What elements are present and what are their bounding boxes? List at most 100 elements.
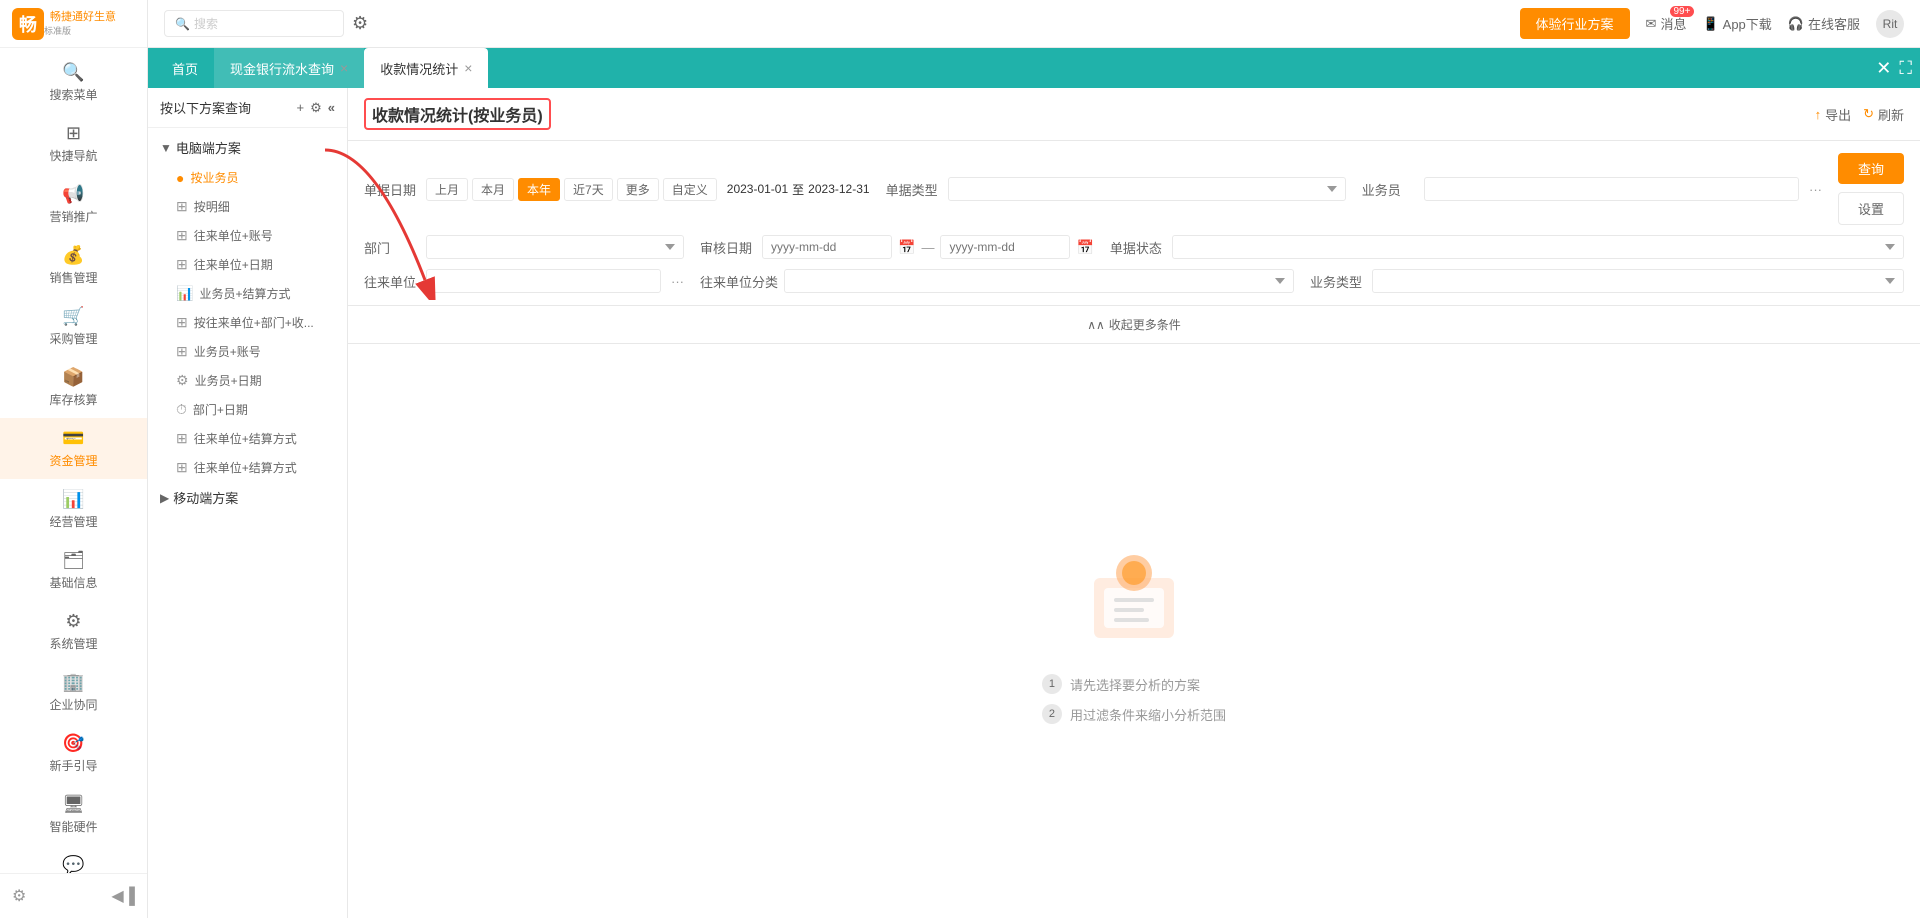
tab-bank-close[interactable]: × (340, 60, 348, 76)
trial-btn[interactable]: 体验行业方案 (1520, 8, 1630, 39)
sidebar-item-business[interactable]: 📊 经营管理 (0, 479, 147, 540)
search-placeholder: 搜索 (194, 15, 218, 32)
sidebar-item-newbie[interactable]: 🎯 新手引导 (0, 723, 147, 784)
scheme-item-label: 业务员+日期 (195, 372, 262, 389)
scheme-group-desktop-label: 电脑端方案 (176, 138, 241, 157)
partner-date-icon: ⊞ (176, 256, 188, 273)
scheme-item-label: 按明细 (194, 198, 230, 215)
audit-date-label: 审核日期 (700, 238, 756, 257)
sidebar-item-basic[interactable]: 🗂 基础信息 (0, 540, 147, 601)
export-icon: ↑ (1815, 107, 1822, 122)
sidebar-item-inventory[interactable]: 📦 库存核算 (0, 357, 147, 418)
scheme-item-partner-account[interactable]: ⊞ 往来单位+账号 (148, 221, 347, 250)
bill-type-select[interactable] (948, 177, 1346, 201)
service-icon: 🎧 (1788, 16, 1804, 32)
bill-status-select[interactable] (1172, 235, 1904, 259)
scheme-item-label: 往来单位+日期 (194, 256, 273, 273)
footer-settings-icon[interactable]: ⚙ (12, 886, 26, 906)
tab-receipts[interactable]: 收款情况统计 × (364, 48, 488, 88)
sidebar-nav: 🔍 搜索菜单 ⊞ 快捷导航 📢 营销推广 💰 销售管理 🛒 采购管理 📦 库存核… (0, 48, 147, 873)
sidebar-item-quicknav[interactable]: ⊞ 快捷导航 (0, 113, 147, 174)
scheme-item-partner-payment1[interactable]: ⊞ 往来单位+结算方式 (148, 424, 347, 453)
scheme-collapse-icon[interactable]: « (328, 100, 335, 116)
partner-more-icon[interactable]: ··· (671, 274, 684, 289)
date-this-month-btn[interactable]: 本月 (472, 178, 514, 201)
empty-area: 1 请先选择要分析的方案 2 用过滤条件来缩小分析范围 (348, 344, 1920, 918)
filter-dept-item: 部门 (364, 235, 684, 259)
scheme-item-by-salesman[interactable]: ● 按业务员 (148, 163, 347, 192)
date-this-year-btn[interactable]: 本年 (518, 178, 560, 201)
tab-home[interactable]: 首页 (156, 48, 214, 88)
query-btn[interactable]: 查询 (1838, 153, 1904, 184)
scheme-item-salesman-account[interactable]: ⊞ 业务员+账号 (148, 337, 347, 366)
newbie-icon: 🎯 (62, 733, 84, 754)
settings-btn[interactable]: 设置 (1838, 192, 1904, 225)
tab-bank[interactable]: 现金银行流水查询 × (214, 48, 364, 88)
online-service-link[interactable]: 🎧 在线客服 (1788, 14, 1860, 33)
page-actions: ↑ 导出 ↻ 刷新 (1815, 105, 1904, 124)
sidebar-item-label: 营销推广 (49, 208, 97, 225)
date-last7-btn[interactable]: 近7天 (564, 178, 613, 201)
collapse-bar[interactable]: ∧∧ 收起更多条件 (348, 306, 1920, 344)
scheme-settings-icon[interactable]: ⚙ (310, 100, 322, 116)
scheme-item-dept-date[interactable]: ⏱ 部门+日期 (148, 395, 347, 424)
salesman-label: 业务员 (1362, 180, 1418, 199)
calendar-from-icon[interactable]: 📅 (898, 239, 915, 256)
date-more-btn[interactable]: 更多 (617, 178, 659, 201)
audit-to-input[interactable] (940, 235, 1070, 259)
scheme-add-icon[interactable]: + (297, 100, 305, 116)
topbar-settings-icon[interactable]: ⚙ (352, 13, 368, 34)
business-type-select[interactable] (1372, 269, 1904, 293)
tab-fullscreen-icon[interactable]: ⛶ (1899, 58, 1912, 79)
tab-receipts-close[interactable]: × (464, 60, 472, 76)
sidebar-item-search[interactable]: 🔍 搜索菜单 (0, 52, 147, 113)
sidebar-item-wechat[interactable]: 💬 企业微信 (0, 845, 147, 873)
sidebar-item-label: 搜索菜单 (49, 86, 97, 103)
scheme-item-partner-dept[interactable]: ⊞ 按往来单位+部门+收... (148, 308, 347, 337)
export-btn[interactable]: ↑ 导出 (1815, 105, 1852, 124)
sidebar: 畅 畅捷通好生意 标准版 🔍 搜索菜单 ⊞ 快捷导航 📢 营销推广 💰 销售管理… (0, 0, 148, 918)
app-download-link[interactable]: 📱 App下载 (1702, 14, 1771, 33)
refresh-btn[interactable]: ↻ 刷新 (1863, 105, 1904, 124)
sidebar-item-marketing[interactable]: 📢 营销推广 (0, 174, 147, 235)
topbar-search-box[interactable]: 🔍 搜索 (164, 10, 344, 37)
bill-type-label: 单据类型 (886, 180, 942, 199)
partner-category-label: 往来单位分类 (700, 272, 778, 291)
sidebar-item-system[interactable]: ⚙ 系统管理 (0, 601, 147, 662)
date-range: 2023-01-01 至 2023-12-31 (727, 181, 870, 198)
scheme-item-partner-date[interactable]: ⊞ 往来单位+日期 (148, 250, 347, 279)
sidebar-item-label: 智能硬件 (49, 818, 97, 835)
footer-collapse-icon[interactable]: ◀▐ (111, 886, 135, 906)
scheme-group-mobile-header[interactable]: ▶ 移动端方案 (148, 482, 347, 513)
date-custom-btn[interactable]: 自定义 (663, 178, 717, 201)
sidebar-item-label: 销售管理 (49, 269, 97, 286)
scheme-group-desktop-header[interactable]: ▼ 电脑端方案 (148, 132, 347, 163)
sidebar-item-enterprise[interactable]: 🏢 企业协同 (0, 662, 147, 723)
sidebar-item-sales[interactable]: 💰 销售管理 (0, 235, 147, 296)
scheme-item-salesman-date[interactable]: ⚙ 业务员+日期 (148, 366, 347, 395)
business-type-label: 业务类型 (1310, 272, 1366, 291)
scheme-item-label: 往来单位+结算方式 (194, 459, 297, 476)
empty-steps: 1 请先选择要分析的方案 2 用过滤条件来缩小分析范围 (1042, 674, 1226, 724)
calendar-to-icon[interactable]: 📅 (1076, 239, 1093, 256)
dept-select[interactable] (426, 235, 684, 259)
sidebar-item-purchase[interactable]: 🛒 采购管理 (0, 296, 147, 357)
sidebar-item-finance[interactable]: 💳 资金管理 (0, 418, 147, 479)
scheme-item-salesman-payment[interactable]: 📊 业务员+结算方式 (148, 279, 347, 308)
scheme-item-partner-payment2[interactable]: ⊞ 往来单位+结算方式 (148, 453, 347, 482)
tab-home-label: 首页 (172, 59, 198, 78)
scheme-item-by-detail[interactable]: ⊞ 按明细 (148, 192, 347, 221)
sidebar-item-hardware[interactable]: 🖥 智能硬件 (0, 784, 147, 845)
partner-input[interactable] (426, 269, 661, 293)
user-avatar[interactable]: Rit (1876, 10, 1904, 38)
partner-category-select[interactable] (784, 269, 1294, 293)
salesman-more-icon[interactable]: ··· (1809, 182, 1822, 197)
sidebar-item-label: 快捷导航 (49, 147, 97, 164)
message-area[interactable]: ✉ 消息 99+ (1646, 14, 1687, 33)
empty-step-1: 1 请先选择要分析的方案 (1042, 674, 1226, 694)
salesman-input[interactable] (1424, 177, 1799, 201)
audit-from-input[interactable] (762, 235, 892, 259)
step-1-text: 请先选择要分析的方案 (1070, 675, 1200, 694)
tab-close-all-icon[interactable]: ✕ (1876, 58, 1891, 79)
date-last-month-btn[interactable]: 上月 (426, 178, 468, 201)
